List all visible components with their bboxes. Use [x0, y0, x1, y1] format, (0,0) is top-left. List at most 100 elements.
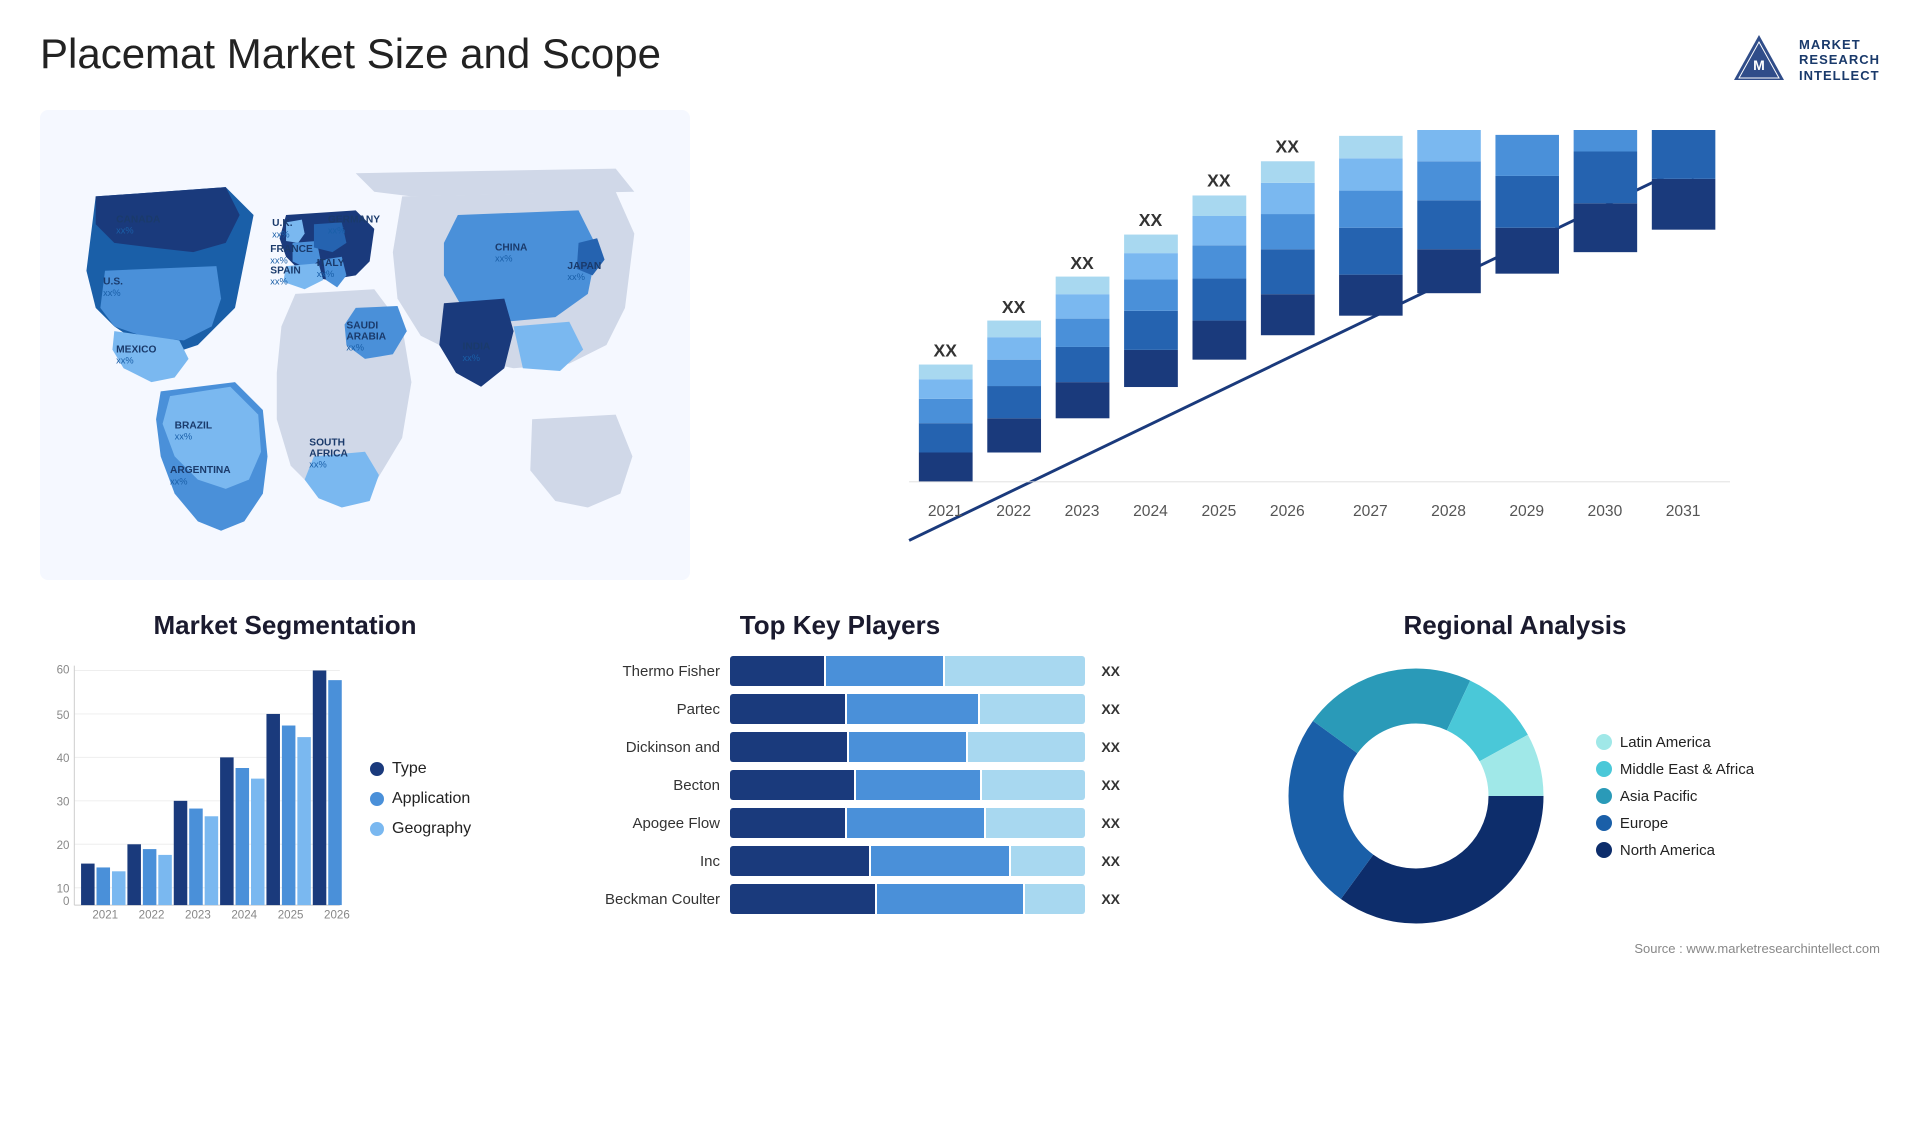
player-name-dickinson: Dickinson and: [560, 739, 720, 756]
map-sublabel-brazil: xx%: [175, 432, 193, 442]
map-label-brazil: BRAZIL: [175, 421, 212, 432]
logo-area: M MARKET RESEARCH INTELLECT: [1729, 30, 1880, 90]
seg-bar-2024-type: [220, 757, 234, 905]
bar-2025-label: XX: [1207, 171, 1231, 191]
map-label-india: INDIA: [463, 342, 491, 353]
seg-wrapper: 60 50 40 30 20 10 0: [40, 656, 530, 941]
player-bar-apogee: [730, 808, 1085, 838]
legend-mea-label: Middle East & Africa: [1620, 761, 1754, 778]
legend-asiapac-label: Asia Pacific: [1620, 788, 1698, 805]
y-label-0: 0: [63, 896, 69, 908]
bar-seg2-apogee: [847, 808, 984, 838]
bar-seg2-thermofisher: [826, 656, 943, 686]
bar-2028-seg2: [1417, 200, 1481, 249]
map-sublabel-mexico: xx%: [116, 356, 134, 366]
player-label-inc: XX: [1101, 853, 1120, 869]
bar-2025-seg4: [1193, 216, 1247, 245]
bar-2024-seg3: [1124, 280, 1178, 311]
bar-2030-year: 2030: [1588, 503, 1623, 520]
player-label-dickinson: XX: [1101, 739, 1120, 755]
map-sublabel-uk: xx%: [272, 229, 290, 239]
bar-seg3-becton: [982, 770, 1085, 800]
bar-2024-year: 2024: [1133, 503, 1168, 520]
bar-2028-seg4: [1417, 130, 1481, 161]
seg-legend-area: Type Application Geography: [370, 656, 530, 941]
player-bar-beckman: [730, 884, 1085, 914]
player-label-partec: XX: [1101, 701, 1120, 717]
bar-2026-seg3: [1261, 214, 1315, 249]
map-sublabel-france: xx%: [270, 255, 288, 265]
seg-bar-2021-geo: [112, 871, 126, 905]
player-name-inc: Inc: [560, 853, 720, 870]
bar-seg2-partec: [847, 694, 978, 724]
seg-bar-2026-type: [313, 670, 327, 905]
bar-2026-seg5: [1261, 161, 1315, 183]
bar-2021-seg5: [919, 365, 973, 380]
bar-2025-seg1: [1193, 321, 1247, 360]
bar-seg3-apogee: [986, 808, 1085, 838]
bar-seg1-apogee: [730, 808, 845, 838]
bar-seg3-beckman: [1025, 884, 1086, 914]
map-sublabel-china: xx%: [495, 253, 513, 263]
player-bar-becton: [730, 770, 1085, 800]
seg-chart-svg: 60 50 40 30 20 10 0: [40, 656, 350, 936]
bar-2026-seg1: [1261, 294, 1315, 335]
y-label-10: 10: [57, 884, 70, 896]
map-label-france: FRANCE: [270, 244, 313, 255]
bar-2028-seg3: [1417, 161, 1481, 200]
donut-chart-svg: [1276, 656, 1556, 936]
bar-2022-seg3: [987, 360, 1041, 386]
bar-2024-label: XX: [1139, 210, 1163, 230]
bar-2022-seg1: [987, 418, 1041, 452]
map-sublabel-japan: xx%: [567, 272, 585, 282]
seg-bar-2022-geo: [158, 855, 172, 905]
bar-2024-seg2: [1124, 311, 1178, 350]
map-sublabel-spain: xx%: [270, 277, 288, 287]
logo-icon: M: [1729, 30, 1789, 90]
map-sublabel-us: xx%: [103, 288, 121, 298]
legend-geography: Geography: [370, 820, 530, 838]
player-row-inc: Inc XX: [560, 846, 1120, 876]
page-title: Placemat Market Size and Scope: [40, 30, 661, 78]
bar-2025-year: 2025: [1202, 503, 1237, 520]
bar-seg2-becton: [856, 770, 980, 800]
legend-mea: Middle East & Africa: [1596, 761, 1754, 778]
regional-container: Regional Analysis Lat: [1150, 610, 1880, 1030]
player-row-beckman: Beckman Coulter XX: [560, 884, 1120, 914]
bar-2027-year: 2027: [1353, 503, 1388, 520]
map-sublabel-southafrica: xx%: [309, 460, 327, 470]
player-row-becton: Becton XX: [560, 770, 1120, 800]
logo-line3: INTELLECT: [1799, 68, 1880, 84]
legend-asiapac: Asia Pacific: [1596, 788, 1754, 805]
legend-app-label: Application: [392, 790, 470, 808]
donut-area: Latin America Middle East & Africa Asia …: [1150, 656, 1880, 936]
map-sublabel-india: xx%: [463, 353, 481, 363]
bar-2029-year: 2029: [1509, 503, 1544, 520]
key-players-container: Top Key Players Thermo Fisher XX Partec: [560, 610, 1120, 1030]
bar-seg1-partec: [730, 694, 845, 724]
legend-type-dot: [370, 762, 384, 776]
world-map-container: CANADA xx% U.S. xx% MEXICO xx% BRAZIL xx…: [40, 110, 690, 580]
seg-chart-area: 60 50 40 30 20 10 0: [40, 656, 350, 941]
bar-seg3-inc: [1011, 846, 1085, 876]
seg-bar-2025-geo: [297, 737, 311, 905]
logo-line1: MARKET: [1799, 37, 1880, 53]
seg-bar-2022-app: [143, 849, 157, 905]
legend-mea-color: [1596, 761, 1612, 777]
player-name-becton: Becton: [560, 777, 720, 794]
bar-2026-seg2: [1261, 249, 1315, 294]
seg-year-2022: 2022: [139, 910, 165, 922]
map-label-saudi: SAUDI: [346, 320, 378, 331]
bar-2027-label: XX: [1359, 130, 1383, 131]
bar-2022-year: 2022: [996, 503, 1031, 520]
legend-latam-color: [1596, 734, 1612, 750]
player-row-partec: Partec XX: [560, 694, 1120, 724]
y-label-50: 50: [57, 710, 70, 722]
bottom-section: Market Segmentation 60 50 40 30 20 10 0: [40, 610, 1880, 1030]
bar-2021-label: XX: [934, 341, 958, 361]
map-label-spain: SPAIN: [270, 266, 300, 277]
bar-2026-label: XX: [1276, 136, 1300, 156]
bar-2030-seg2: [1574, 152, 1638, 204]
seasia-shape: [514, 322, 584, 371]
seg-bar-2025-type: [266, 714, 280, 905]
